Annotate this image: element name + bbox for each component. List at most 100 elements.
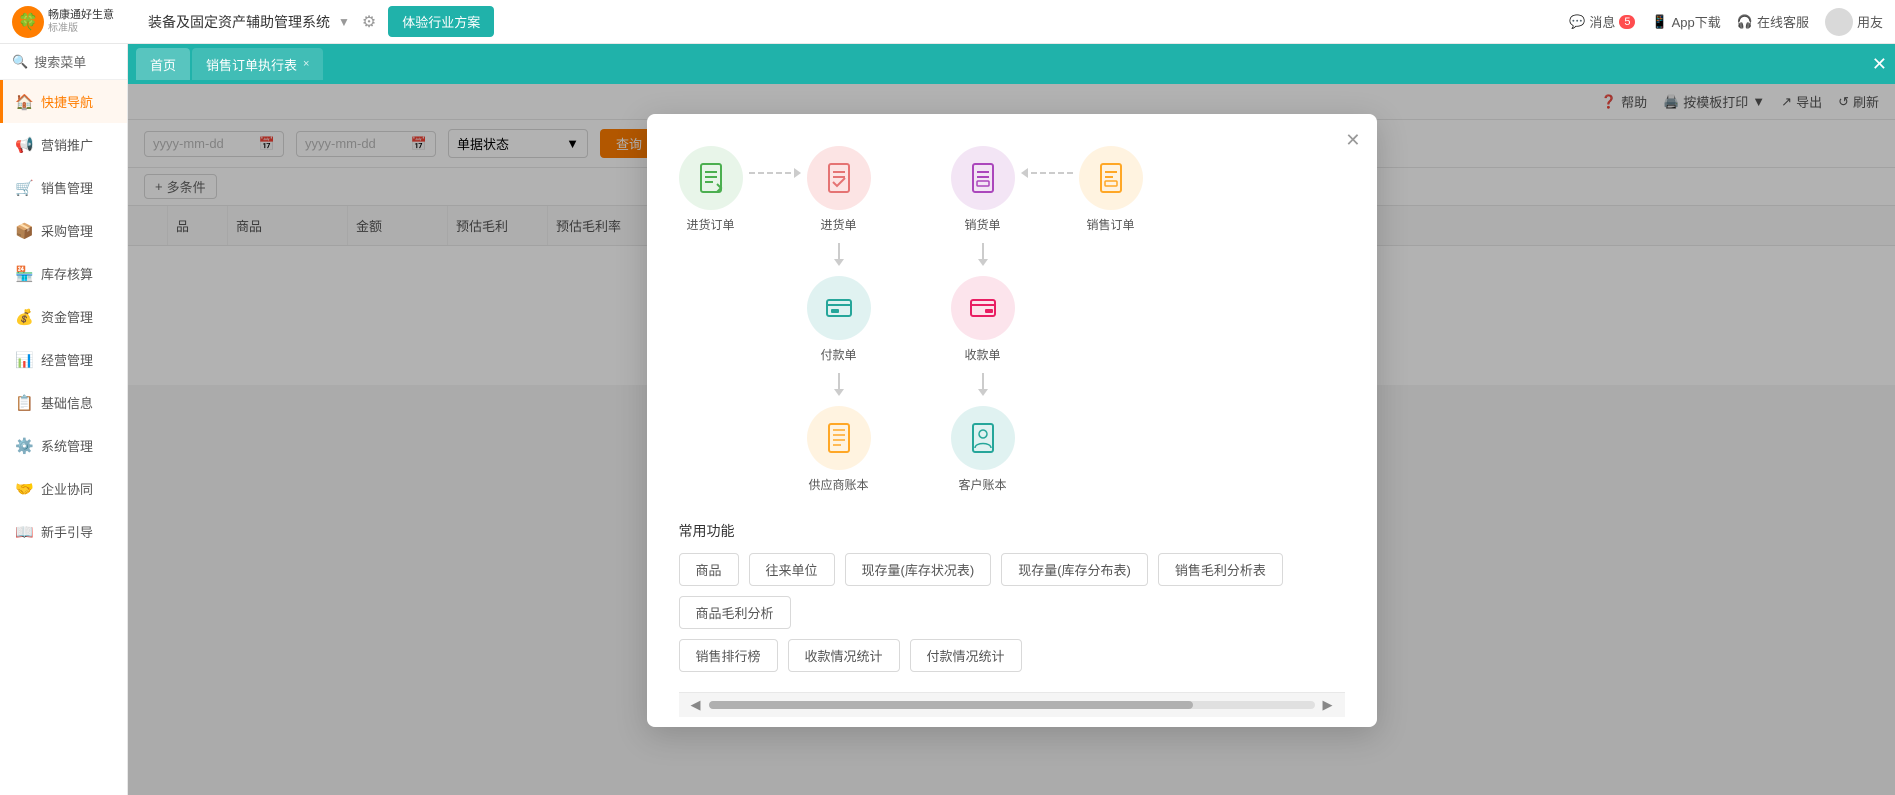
system-title: 装备及固定资产辅助管理系统 ▼ ⚙	[148, 12, 376, 32]
try-btn[interactable]: 体验行业方案	[388, 6, 494, 37]
tab-home[interactable]: 首页	[136, 48, 190, 80]
marketing-icon: 📢	[15, 136, 33, 154]
sidebar-item-fund[interactable]: 💰 资金管理	[0, 295, 127, 338]
sidebar-item-quick-nav[interactable]: 🏠 快捷导航	[0, 80, 127, 123]
beginner-icon: 📖	[15, 523, 33, 541]
common-func-title: 常用功能	[679, 521, 1345, 541]
arrow-purchase-to-receipt	[743, 168, 807, 178]
user-profile-btn[interactable]: 用友	[1825, 8, 1883, 36]
logo-icon: 🍀	[12, 6, 44, 38]
func-btn-contacts[interactable]: 往来单位	[749, 553, 835, 586]
arrow-sales-order-to-receipt	[1015, 168, 1079, 178]
payment-icon	[807, 276, 871, 340]
tab-close-all-btn[interactable]: ✕	[1872, 54, 1887, 75]
flow-purchase-order: 进货订单	[679, 146, 743, 233]
sidebar: 🔍 搜索菜单 🏠 快捷导航 📢 营销推广 🛒 销售管理 📦 采购管理 🏪	[0, 44, 128, 795]
scroll-left-btn[interactable]: ◀	[691, 697, 701, 713]
modal-close-btn[interactable]: ✕	[1345, 130, 1360, 151]
arrow-sales-to-receipt	[978, 243, 988, 266]
content-area: 首页 销售订单执行表 × ✕ ❓ 帮助	[128, 44, 1895, 795]
logo-area: 🍀 畅康通好生意 标准版	[12, 6, 140, 38]
operation-icon: 📊	[15, 351, 33, 369]
flow-diagram: 进货订单	[679, 146, 1345, 493]
sidebar-item-inventory[interactable]: 🏪 库存核算	[0, 252, 127, 295]
top-bar: 🍀 畅康通好生意 标准版 装备及固定资产辅助管理系统 ▼ ⚙ 体验行业方案 💬 …	[0, 0, 1895, 44]
app-download-btn[interactable]: 📱 App下载	[1651, 12, 1720, 31]
arrow-payment-to-supplier	[834, 373, 844, 396]
customer-ledger-icon	[951, 406, 1015, 470]
enterprise-icon: 🤝	[15, 480, 33, 498]
sidebar-item-beginner[interactable]: 📖 新手引导	[0, 510, 127, 553]
flow-node-supplier-ledger[interactable]: 供应商账本	[807, 406, 871, 493]
flow-node-sales-order[interactable]: 销售订单	[1079, 146, 1143, 233]
page-content: ❓ 帮助 🖨️ 按模板打印 ▼ ↗ 导出 ↺	[128, 84, 1895, 795]
flow-node-receipt[interactable]: 收款单	[951, 276, 1015, 363]
tab-sales-order[interactable]: 销售订单执行表 ×	[192, 48, 323, 80]
fund-icon: 💰	[15, 308, 33, 326]
flow-sales-receipt: 销货单	[951, 146, 1015, 493]
app-container: 🍀 畅康通好生意 标准版 装备及固定资产辅助管理系统 ▼ ⚙ 体验行业方案 💬 …	[0, 0, 1895, 795]
func-btn-sales-profit[interactable]: 销售毛利分析表	[1158, 553, 1283, 586]
online-service-btn[interactable]: 🎧 在线客服	[1737, 12, 1809, 31]
modal-overlay[interactable]: ✕ 进货订单	[128, 84, 1895, 795]
sidebar-item-system[interactable]: ⚙️ 系统管理	[0, 424, 127, 467]
sidebar-item-marketing[interactable]: 📢 营销推广	[0, 123, 127, 166]
system-name-label: 装备及固定资产辅助管理系统	[148, 12, 330, 32]
func-btn-product[interactable]: 商品	[679, 553, 739, 586]
settings-btn[interactable]: ⚙	[362, 12, 376, 32]
flow-modal: ✕ 进货订单	[647, 114, 1377, 727]
sales-order-icon	[1079, 146, 1143, 210]
func-buttons-row1: 商品 往来单位 现存量(库存状况表) 现存量(库存分布表) 销售毛利分析表 商品…	[679, 553, 1345, 629]
avatar	[1825, 8, 1853, 36]
tab-close-btn[interactable]: ×	[303, 58, 309, 70]
flow-node-payment[interactable]: 付款单	[807, 276, 871, 363]
sidebar-item-enterprise[interactable]: 🤝 企业协同	[0, 467, 127, 510]
flow-node-purchase-order[interactable]: 进货订单	[679, 146, 743, 233]
modal-scroll-bar: ◀ ▶	[679, 692, 1345, 717]
message-icon: 💬	[1569, 14, 1585, 30]
flow-node-customer-ledger[interactable]: 客户账本	[951, 406, 1015, 493]
scroll-right-btn[interactable]: ▶	[1323, 697, 1333, 713]
func-btn-product-profit[interactable]: 商品毛利分析	[679, 596, 791, 629]
func-btn-stock-status[interactable]: 现存量(库存状况表)	[845, 553, 992, 586]
inventory-icon: 🏪	[15, 265, 33, 283]
sidebar-item-purchase[interactable]: 📦 采购管理	[0, 209, 127, 252]
arrow-receipt-to-customer	[978, 373, 988, 396]
common-functions: 常用功能 商品 往来单位 现存量(库存状况表) 现存量(库存分布表) 销售毛利分…	[679, 521, 1345, 672]
top-right-actions: 💬 消息 5 📱 App下载 🎧 在线客服 用友	[1569, 8, 1883, 36]
tab-bar: 首页 销售订单执行表 × ✕	[128, 44, 1895, 84]
flow-sales-order: 销售订单	[1079, 146, 1143, 233]
search-icon: 🔍	[12, 54, 28, 70]
purchase-icon: 📦	[15, 222, 33, 240]
scroll-thumb	[709, 701, 1194, 709]
basic-info-icon: 📋	[15, 394, 33, 412]
flow-purchase-receipt: 进货单	[807, 146, 871, 493]
arrow-receipt-to-payment	[834, 243, 844, 266]
flow-node-purchase-receipt[interactable]: 进货单	[807, 146, 871, 233]
download-icon: 📱	[1651, 14, 1667, 30]
service-icon: 🎧	[1737, 14, 1753, 30]
scroll-track	[709, 701, 1315, 709]
supplier-ledger-icon	[807, 406, 871, 470]
search-menu-btn[interactable]: 🔍 搜索菜单	[0, 44, 127, 80]
purchase-receipt-icon	[807, 146, 871, 210]
system-icon: ⚙️	[15, 437, 33, 455]
flow-node-sales-receipt[interactable]: 销货单	[951, 146, 1015, 233]
sidebar-item-operation[interactable]: 📊 经营管理	[0, 338, 127, 381]
sales-receipt-icon	[951, 146, 1015, 210]
message-btn[interactable]: 💬 消息 5	[1569, 12, 1635, 31]
func-btn-payment-stats[interactable]: 付款情况统计	[910, 639, 1022, 672]
message-badge: 5	[1619, 15, 1635, 29]
func-buttons-row2: 销售排行榜 收款情况统计 付款情况统计	[679, 639, 1345, 672]
sidebar-item-sales[interactable]: 🛒 销售管理	[0, 166, 127, 209]
system-dropdown-btn[interactable]: ▼	[338, 15, 350, 29]
purchase-order-icon	[679, 146, 743, 210]
home-icon: 🏠	[15, 93, 33, 111]
receipt-icon	[951, 276, 1015, 340]
func-btn-sales-rank[interactable]: 销售排行榜	[679, 639, 778, 672]
main-area: 🔍 搜索菜单 🏠 快捷导航 📢 营销推广 🛒 销售管理 📦 采购管理 🏪	[0, 44, 1895, 795]
logo-text: 畅康通好生意 标准版	[48, 8, 114, 35]
func-btn-receipt-stats[interactable]: 收款情况统计	[788, 639, 900, 672]
func-btn-stock-dist[interactable]: 现存量(库存分布表)	[1001, 553, 1148, 586]
sidebar-item-basic-info[interactable]: 📋 基础信息	[0, 381, 127, 424]
